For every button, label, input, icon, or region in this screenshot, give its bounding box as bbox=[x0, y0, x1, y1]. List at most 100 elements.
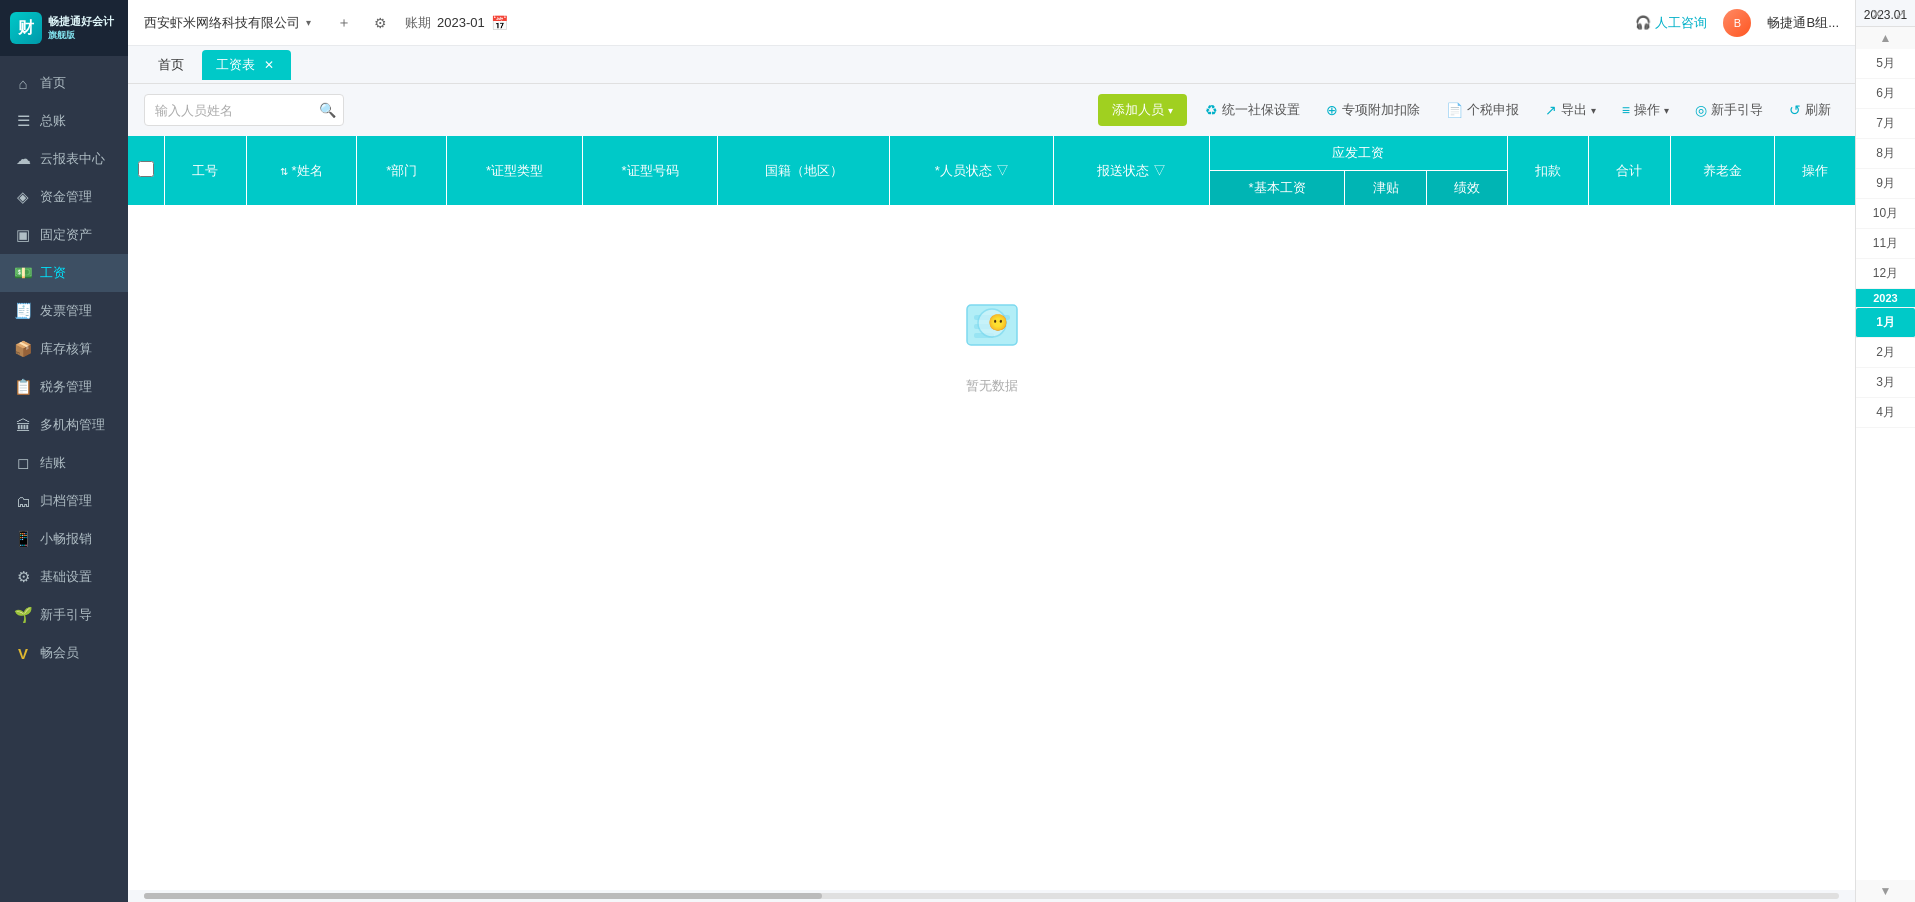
sidebar-item-expense[interactable]: 📱 小畅报销 bbox=[0, 520, 128, 558]
month-2022-12[interactable]: 12月 bbox=[1856, 259, 1915, 289]
sidebar-item-ledger[interactable]: ☰ 总账 bbox=[0, 102, 128, 140]
search-input[interactable] bbox=[144, 94, 344, 126]
refresh-label: 刷新 bbox=[1805, 101, 1831, 119]
scroll-track[interactable] bbox=[144, 893, 1839, 899]
tab-salary-table[interactable]: 工资表 ✕ bbox=[202, 50, 291, 80]
expand-panel-button[interactable]: ⤢ bbox=[1891, 4, 1911, 24]
tax-report-button[interactable]: 📄 个税申报 bbox=[1438, 97, 1527, 123]
user-name[interactable]: 畅捷通B组... bbox=[1767, 14, 1839, 32]
headset-icon: 🎧 bbox=[1635, 15, 1651, 30]
sidebar-item-settings[interactable]: ⚙ 基础设置 bbox=[0, 558, 128, 596]
salary-table: 工号 ⇅ *姓名 *部门 *证型类型 *证型号码 国籍（地区） *人员状态 ▽ … bbox=[128, 136, 1855, 475]
sidebar-item-label: 首页 bbox=[40, 74, 66, 92]
th-deduct: 扣款 bbox=[1507, 136, 1589, 205]
sidebar-item-cloud-report[interactable]: ☁ 云报表中心 bbox=[0, 140, 128, 178]
month-2022-06[interactable]: 6月 bbox=[1856, 79, 1915, 109]
tax-report-label: 个税申报 bbox=[1467, 101, 1519, 119]
tab-bar: 首页 工资表 ✕ bbox=[128, 46, 1855, 84]
service-button[interactable]: 🎧 人工咨询 bbox=[1635, 14, 1707, 32]
home-icon: ⌂ bbox=[14, 75, 32, 92]
expense-icon: 📱 bbox=[14, 530, 32, 548]
th-country: 国籍（地区） bbox=[718, 136, 890, 205]
gear-icon: ⚙ bbox=[374, 15, 387, 31]
sidebar-item-fixed-assets[interactable]: ▣ 固定资产 bbox=[0, 216, 128, 254]
month-2023-02[interactable]: 2月 bbox=[1856, 338, 1915, 368]
sidebar-item-close-books[interactable]: ◻ 结账 bbox=[0, 444, 128, 482]
th-job-no: 工号 bbox=[165, 136, 247, 205]
invoice-icon: 🧾 bbox=[14, 302, 32, 320]
empty-icon: 😶 bbox=[952, 285, 1032, 365]
tax-report-icon: 📄 bbox=[1446, 102, 1463, 118]
period-value: 2023-01 bbox=[437, 15, 485, 30]
sidebar: 财 畅捷通好会计 旗舰版 ⌂ 首页 ☰ 总账 ☁ 云报表中心 ◈ 资金管理 ▣ … bbox=[0, 0, 128, 902]
month-2022-07[interactable]: 7月 bbox=[1856, 109, 1915, 139]
search-icon[interactable]: 🔍 bbox=[319, 102, 336, 118]
th-cert-no: *证型号码 bbox=[582, 136, 717, 205]
sidebar-item-inventory[interactable]: 📦 库存核算 bbox=[0, 330, 128, 368]
page-content: 🔍 添加人员 ▾ ♻ 统一社保设置 ⊕ 专项附加扣除 📄 个税申报 ↗ 导出 bbox=[128, 84, 1855, 902]
inventory-icon: 📦 bbox=[14, 340, 32, 358]
operation-button[interactable]: ≡ 操作 ▾ bbox=[1614, 97, 1677, 123]
sidebar-item-label: 基础设置 bbox=[40, 568, 92, 586]
month-2022-05[interactable]: 5月 bbox=[1856, 49, 1915, 79]
th-performance: 绩效 bbox=[1426, 171, 1507, 206]
month-2023-03[interactable]: 3月 bbox=[1856, 368, 1915, 398]
th-base-salary: *基本工资 bbox=[1209, 171, 1344, 206]
sidebar-item-tax[interactable]: 📋 税务管理 bbox=[0, 368, 128, 406]
social-security-icon: ♻ bbox=[1205, 102, 1218, 118]
special-deduct-icon: ⊕ bbox=[1326, 102, 1338, 118]
sort-icon: ⇅ bbox=[280, 166, 288, 177]
tab-home-label: 首页 bbox=[158, 56, 184, 74]
export-chevron: ▾ bbox=[1591, 105, 1596, 116]
close-panel-button[interactable]: ✕ bbox=[1867, 4, 1887, 24]
sidebar-item-guide[interactable]: 🌱 新手引导 bbox=[0, 596, 128, 634]
calendar-icon[interactable]: 📅 bbox=[491, 15, 508, 31]
month-2023-01[interactable]: 1月 bbox=[1856, 308, 1915, 338]
sidebar-item-home[interactable]: ⌂ 首页 bbox=[0, 64, 128, 102]
th-checkbox bbox=[128, 136, 165, 205]
select-all-checkbox[interactable] bbox=[138, 161, 154, 177]
month-2022-11[interactable]: 11月 bbox=[1856, 229, 1915, 259]
tab-close-icon[interactable]: ✕ bbox=[261, 57, 277, 73]
special-deduct-button[interactable]: ⊕ 专项附加扣除 bbox=[1318, 97, 1428, 123]
sidebar-item-invoice[interactable]: 🧾 发票管理 bbox=[0, 292, 128, 330]
add-person-button[interactable]: 添加人员 ▾ bbox=[1098, 94, 1187, 126]
th-total: 合计 bbox=[1589, 136, 1671, 205]
add-company-button[interactable]: ＋ bbox=[331, 10, 357, 36]
month-2022-08[interactable]: 8月 bbox=[1856, 139, 1915, 169]
sidebar-item-member[interactable]: V 畅会员 bbox=[0, 634, 128, 672]
sidebar-item-multi-org[interactable]: 🏛 多机构管理 bbox=[0, 406, 128, 444]
month-2022-10[interactable]: 10月 bbox=[1856, 199, 1915, 229]
search-wrap: 🔍 bbox=[144, 94, 344, 126]
date-nav-down[interactable]: ▼ bbox=[1856, 880, 1915, 902]
ledger-icon: ☰ bbox=[14, 112, 32, 130]
tab-home[interactable]: 首页 bbox=[144, 50, 198, 80]
date-panel: ✕ ⤢ 2023.01 ▲ 5月 6月 7月 8月 9月 10月 11月 12月… bbox=[1855, 0, 1915, 902]
th-dept: *部门 bbox=[357, 136, 447, 205]
sidebar-item-fund[interactable]: ◈ 资金管理 bbox=[0, 178, 128, 216]
guide-button[interactable]: ◎ 新手引导 bbox=[1687, 97, 1771, 123]
scroll-bar bbox=[128, 890, 1855, 902]
sidebar-item-salary[interactable]: 💵 工资 bbox=[0, 254, 128, 292]
month-2022-09[interactable]: 9月 bbox=[1856, 169, 1915, 199]
app-header: 西安虾米网络科技有限公司 ▾ ＋ ⚙ 账期 2023-01 📅 🎧 人工咨询 B… bbox=[128, 0, 1855, 46]
company-selector[interactable]: 西安虾米网络科技有限公司 ▾ bbox=[144, 14, 311, 32]
settings-button[interactable]: ⚙ bbox=[367, 10, 393, 36]
guide-label: 新手引导 bbox=[1711, 101, 1763, 119]
th-report-status: 报送状态 ▽ bbox=[1054, 136, 1210, 205]
date-panel-nav-bottom: ▼ bbox=[1856, 880, 1915, 902]
plus-icon: ＋ bbox=[337, 14, 351, 32]
social-security-button[interactable]: ♻ 统一社保设置 bbox=[1197, 97, 1308, 123]
export-button[interactable]: ↗ 导出 ▾ bbox=[1537, 97, 1604, 123]
sidebar-item-archive[interactable]: 🗂 归档管理 bbox=[0, 482, 128, 520]
th-pension: 养老金 bbox=[1670, 136, 1774, 205]
date-months-list: 5月 6月 7月 8月 9月 10月 11月 12月 2023 1月 2月 3月… bbox=[1856, 49, 1915, 880]
refresh-button[interactable]: ↺ 刷新 bbox=[1781, 97, 1839, 123]
sidebar-item-label: 新手引导 bbox=[40, 606, 92, 624]
year-2023-label: 2023 bbox=[1856, 289, 1915, 308]
sidebar-item-label: 云报表中心 bbox=[40, 150, 105, 168]
scroll-thumb[interactable] bbox=[144, 893, 822, 899]
sidebar-item-label: 归档管理 bbox=[40, 492, 92, 510]
date-nav-up[interactable]: ▲ bbox=[1856, 27, 1915, 49]
month-2023-04[interactable]: 4月 bbox=[1856, 398, 1915, 428]
